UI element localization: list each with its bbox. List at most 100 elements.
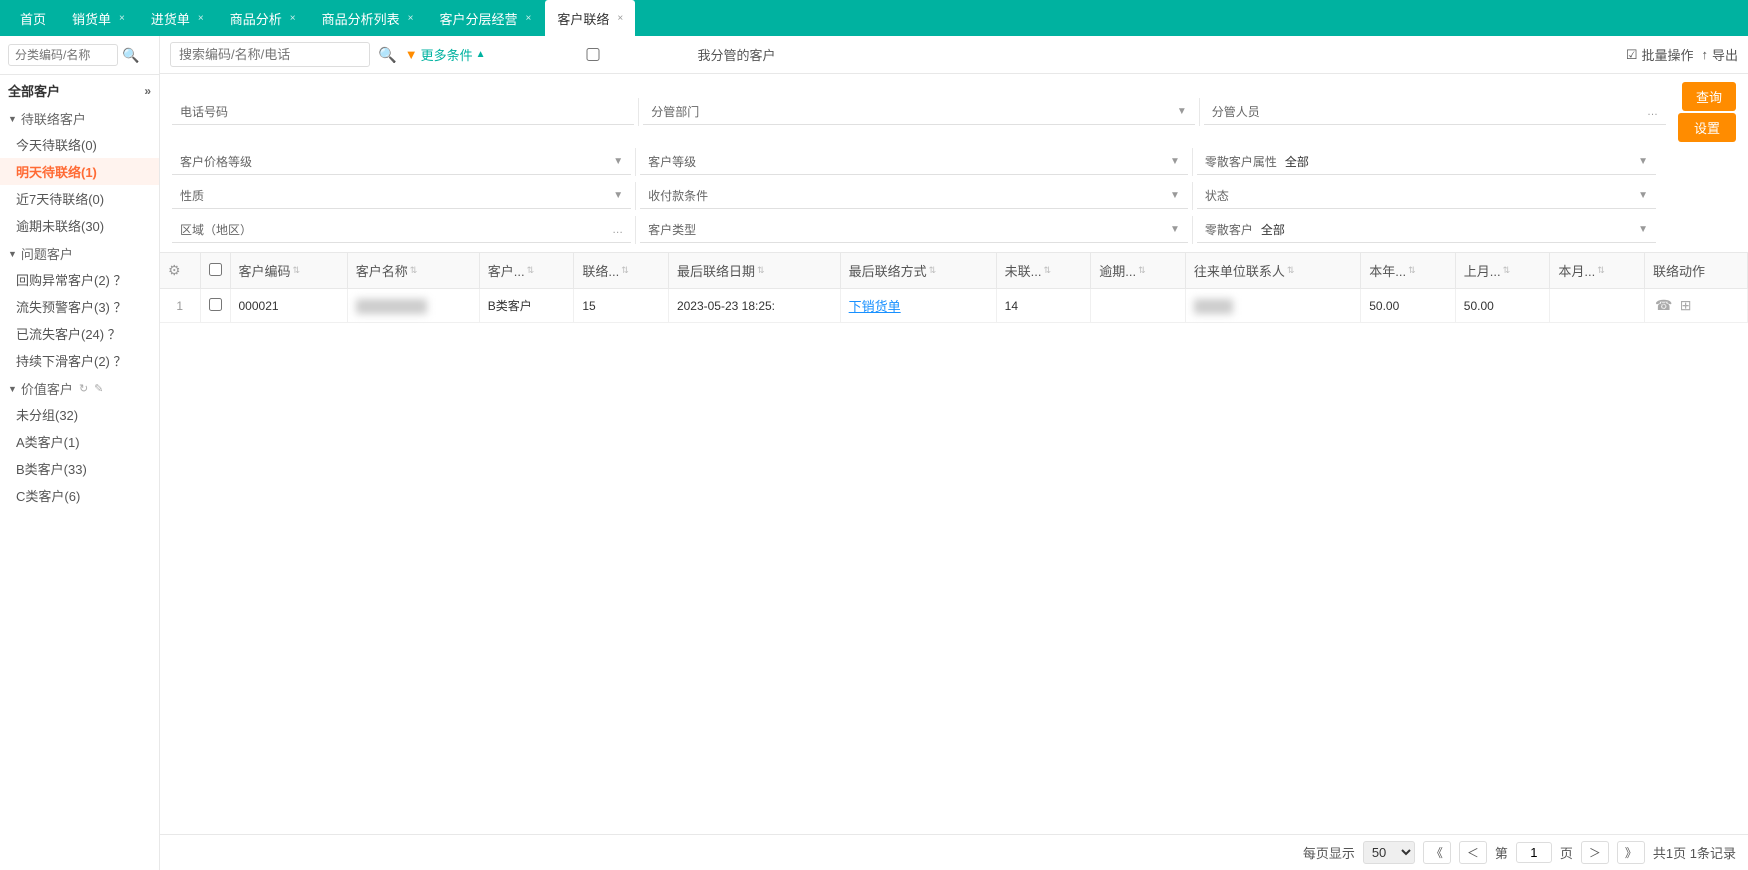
filter-department[interactable]: 分管部门 ▼	[643, 99, 1195, 125]
th-last-contact-date[interactable]: 最后联络日期 ⇅	[668, 253, 840, 289]
sidebar-item-class-b[interactable]: B类客户(33)	[0, 455, 159, 482]
th-customer-type[interactable]: 客户... ⇅	[479, 253, 574, 289]
sidebar-item-week-pending[interactable]: 近7天待联络(0)	[0, 185, 159, 212]
th-last-month[interactable]: 上月... ⇅	[1455, 253, 1550, 289]
grid-action-icon[interactable]: ⊞	[1680, 297, 1692, 313]
filter-row-3: 性质 ▼ 收付款条件 ▼ 状态 ▼	[172, 182, 1736, 210]
more-conditions-button[interactable]: ▼ 更多条件 ▲	[405, 45, 486, 64]
nav-purchase-order[interactable]: 进货单 ×	[139, 0, 216, 36]
filter-status[interactable]: 状态 ▼	[1197, 183, 1656, 209]
cell-checkbox[interactable]	[200, 289, 230, 323]
filter-row-1: 电话号码 分管部门 ▼ 分管人员 … 查询 设置	[172, 82, 1736, 142]
th-customer-code[interactable]: 客户编码 ⇅	[230, 253, 347, 289]
chevron-down-icon-7: ▼	[1638, 190, 1648, 201]
page-suffix: 页	[1560, 843, 1573, 862]
th-checkbox[interactable]	[200, 253, 230, 289]
last-page-button[interactable]: 》	[1617, 841, 1645, 864]
cell-customer-code: 000021	[230, 289, 347, 323]
nav-customer-contact[interactable]: 客户联络 ×	[545, 0, 635, 36]
sidebar-item-class-c[interactable]: C类客户(6)	[0, 482, 159, 509]
query-button[interactable]: 查询	[1682, 82, 1736, 111]
sidebar-item-ungrouped[interactable]: 未分组(32)	[0, 401, 159, 428]
search-input[interactable]	[170, 42, 370, 67]
nav-product-analysis[interactable]: 商品分析 ×	[218, 0, 308, 36]
close-product-analysis[interactable]: ×	[290, 13, 296, 24]
th-unit-contact[interactable]: 往来单位联系人 ⇅	[1185, 253, 1360, 289]
sidebar-item-tomorrow-pending[interactable]: 明天待联络(1)	[0, 158, 159, 185]
prev-page-button[interactable]: ＜	[1459, 841, 1487, 864]
per-page-select[interactable]: 50 10 20 100	[1363, 841, 1415, 864]
th-contact-num[interactable]: 联络... ⇅	[574, 253, 669, 289]
th-last-contact-method[interactable]: 最后联络方式 ⇅	[840, 253, 996, 289]
customer-table: ⚙ 客户编码 ⇅ 客户名称	[160, 253, 1748, 323]
search-button[interactable]: 🔍	[378, 46, 397, 64]
cell-no-contact: 14	[996, 289, 1091, 323]
cell-seq: 1	[160, 289, 200, 323]
sidebar-group-pending-contact[interactable]: 待联络客户	[0, 104, 159, 131]
sidebar-item-abnormal-repurchase[interactable]: 回购异常客户(2) ？	[0, 266, 159, 293]
nav-product-analysis-list[interactable]: 商品分析列表 ×	[310, 0, 426, 36]
cell-customer-name[interactable]: Ea 客户名称	[347, 289, 479, 323]
row-checkbox[interactable]	[209, 298, 222, 311]
page-input[interactable]	[1516, 842, 1552, 863]
sidebar-group-value-customers[interactable]: 价值客户 ↻ ✎	[0, 374, 159, 401]
sidebar-group-problem-customers[interactable]: 问题客户	[0, 239, 159, 266]
sidebar-item-churned[interactable]: 已流失客户(24) ？	[0, 320, 159, 347]
sidebar-item-churn-warning[interactable]: 流失预警客户(3) ？	[0, 293, 159, 320]
filter-customer-level[interactable]: 客户等级 ▼	[640, 149, 1188, 175]
all-customers-header[interactable]: 全部客户 »	[0, 75, 159, 104]
filter-payment-terms[interactable]: 收付款条件 ▼	[640, 183, 1188, 209]
th-this-year[interactable]: 本年... ⇅	[1361, 253, 1456, 289]
filter-bar: 🔍 ▼ 更多条件 ▲ 我分管的客户 ☑ 批量操作 ↑ 导出	[160, 36, 1748, 74]
settings-button[interactable]: 设置	[1678, 113, 1736, 142]
batch-op-button[interactable]: ☑ 批量操作	[1626, 45, 1694, 64]
filter-manager[interactable]: 分管人员 …	[1204, 99, 1666, 125]
first-page-button[interactable]: 《	[1423, 841, 1451, 864]
filter-phone[interactable]: 电话号码	[172, 99, 634, 125]
filter-row-4: 区域（地区） … 客户类型 ▼ 零散客户 全部 ▼	[172, 216, 1736, 244]
filter-price-level[interactable]: 客户价格等级 ▼	[172, 149, 631, 175]
per-page-label: 每页显示	[1303, 843, 1355, 862]
cell-last-month: 50.00	[1455, 289, 1550, 323]
filter-row-2: 客户价格等级 ▼ 客户等级 ▼ 零散客户属性 全部 ▼	[172, 148, 1736, 176]
phone-action-icon[interactable]: ☎	[1655, 297, 1672, 313]
filter-customer-type[interactable]: 客户类型 ▼	[640, 217, 1188, 243]
my-customers-checkbox[interactable]	[493, 48, 693, 61]
settings-gear-icon[interactable]: ⚙	[168, 262, 181, 278]
sidebar-search-input[interactable]	[8, 44, 118, 66]
th-overdue[interactable]: 逾期... ⇅	[1091, 253, 1186, 289]
th-customer-name[interactable]: 客户名称 ⇅	[347, 253, 479, 289]
my-customers-checkbox-label[interactable]: 我分管的客户	[493, 45, 775, 64]
collapse-icon[interactable]: »	[144, 84, 151, 98]
sidebar-item-class-a[interactable]: A类客户(1)	[0, 428, 159, 455]
close-purchase-order[interactable]: ×	[198, 13, 204, 24]
content-area: 🔍 ▼ 更多条件 ▲ 我分管的客户 ☑ 批量操作 ↑ 导出	[160, 36, 1748, 870]
nav-home[interactable]: 首页	[8, 0, 58, 36]
next-page-button[interactable]: ＞	[1581, 841, 1609, 864]
filter-nature[interactable]: 性质 ▼	[172, 183, 631, 209]
nav-sales-order[interactable]: 销货单 ×	[60, 0, 137, 36]
filter-panel: 电话号码 分管部门 ▼ 分管人员 … 查询 设置	[160, 74, 1748, 253]
th-no-contact[interactable]: 未联... ⇅	[996, 253, 1091, 289]
export-button[interactable]: ↑ 导出	[1701, 45, 1738, 64]
th-settings[interactable]: ⚙	[160, 253, 200, 289]
close-customer-contact[interactable]: ×	[617, 13, 623, 24]
sidebar-item-today-pending[interactable]: 今天待联络(0)	[0, 131, 159, 158]
filter-retail-attr[interactable]: 零散客户属性 全部 ▼	[1197, 149, 1656, 175]
th-this-month[interactable]: 本月... ⇅	[1550, 253, 1645, 289]
sidebar-item-overdue-pending[interactable]: 逾期未联络(30)	[0, 212, 159, 239]
sidebar-item-declining[interactable]: 持续下滑客户(2) ？	[0, 347, 159, 374]
filter-retail-customer[interactable]: 零散客户 全部 ▼	[1197, 217, 1656, 243]
cell-last-contact-method[interactable]: 下销货单	[840, 289, 996, 323]
nav-customer-segment[interactable]: 客户分层经营 ×	[427, 0, 543, 36]
chevron-down-icon-3: ▼	[1170, 156, 1180, 167]
chevron-down-icon-8: ▼	[1170, 224, 1180, 235]
close-sales-order[interactable]: ×	[119, 13, 125, 24]
sidebar-search-button[interactable]: 🔍	[118, 45, 143, 66]
select-all-checkbox[interactable]	[209, 263, 222, 276]
filter-region[interactable]: 区域（地区） …	[172, 217, 631, 243]
close-product-analysis-list[interactable]: ×	[408, 13, 414, 24]
chevron-down-icon-2: ▼	[613, 156, 623, 167]
close-customer-segment[interactable]: ×	[525, 13, 531, 24]
cell-overdue	[1091, 289, 1186, 323]
